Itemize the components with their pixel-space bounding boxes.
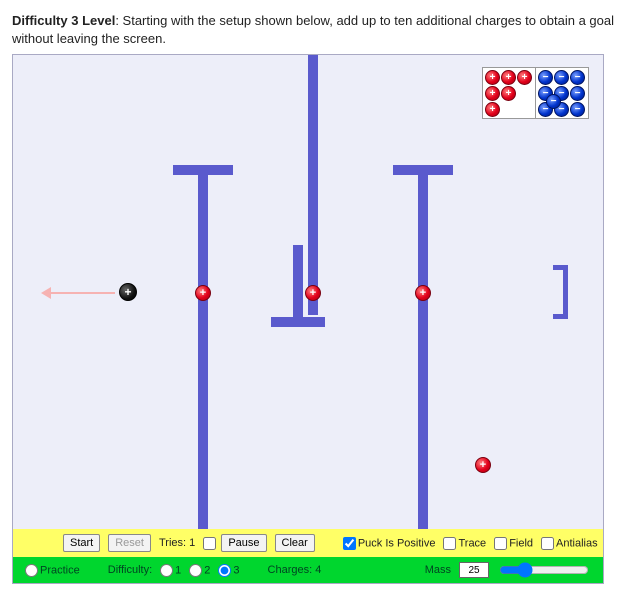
field-control[interactable]: Field [494,537,533,550]
charge-placed[interactable]: + [415,285,431,301]
instructions-title: Difficulty 3 Level [12,13,115,28]
barrier-left-stem [198,165,208,529]
tray-charge-positive[interactable]: + [485,86,500,101]
tray-charge-positive[interactable]: + [501,86,516,101]
difficulty-1[interactable]: 1 [160,564,181,577]
pause-button[interactable]: Pause [221,534,266,552]
charge-placed[interactable]: + [195,285,211,301]
tray-charge-negative[interactable]: − [554,70,569,85]
practice-radio[interactable] [25,564,38,577]
goal-bracket [553,265,568,319]
play-area[interactable]: + + + + + + + + + + + − − − − − − − [13,55,603,529]
tray-charge-positive[interactable]: + [517,70,532,85]
difficulty-3-radio[interactable] [218,564,231,577]
tray-charge-positive[interactable]: + [485,70,500,85]
tray-charge-negative[interactable]: − [570,102,585,117]
difficulty-2-radio[interactable] [189,564,202,577]
pause-control[interactable]: Pause [203,534,266,552]
charge-tray: + + + + + + − − − − − − − − − − [482,67,589,119]
tray-charge-negative[interactable]: − [570,70,585,85]
control-panel-bottom: Practice Difficulty: 1 2 3 Charges: 4 Ma… [13,557,603,583]
tray-charge-positive[interactable]: + [501,70,516,85]
trace-control[interactable]: Trace [443,537,486,550]
control-panel-top: Start Reset Tries: 1 Pause Clear Puck Is… [13,529,603,557]
difficulty-1-radio[interactable] [160,564,173,577]
instructions: Difficulty 3 Level: Starting with the se… [12,12,626,48]
field-checkbox[interactable] [494,537,507,550]
tray-charge-positive[interactable]: + [485,102,500,117]
puck-positive-checkbox[interactable] [343,537,356,550]
trace-checkbox[interactable] [443,537,456,550]
pause-checkbox[interactable] [203,537,216,550]
tray-positive-cell[interactable]: + + + + + + [483,68,536,118]
velocity-arrow [45,292,115,294]
tray-charge-negative[interactable]: − [570,86,585,101]
barrier-center-stem [293,245,303,323]
barrier-center-base [271,317,325,327]
charges-label: Charges: 4 [268,564,322,576]
clear-button[interactable]: Clear [275,534,315,552]
barrier-right-stem [418,165,428,529]
antialias-control[interactable]: Antialias [541,537,598,550]
difficulty-label: Difficulty: [108,564,152,576]
tray-negative-cell[interactable]: − − − − − − − − − − [536,68,588,118]
tray-charge-negative[interactable]: − [538,70,553,85]
reset-button[interactable]: Reset [108,534,151,552]
mass-input[interactable] [459,562,489,578]
tries-label: Tries: 1 [159,537,195,549]
antialias-checkbox[interactable] [541,537,554,550]
mass-label: Mass [425,564,451,576]
difficulty-2[interactable]: 2 [189,564,210,577]
puck-positive-control[interactable]: Puck Is Positive [343,537,436,550]
charge-placed[interactable]: + [475,457,491,473]
simulation-frame: + + + + + + + + + + + − − − − − − − [12,54,604,584]
puck[interactable]: + [119,283,137,301]
mass-slider[interactable] [499,562,589,578]
difficulty-3[interactable]: 3 [218,564,239,577]
start-button[interactable]: Start [63,534,100,552]
practice-control[interactable]: Practice [25,564,80,577]
charge-placed[interactable]: + [305,285,321,301]
barrier-top-center [308,55,318,315]
